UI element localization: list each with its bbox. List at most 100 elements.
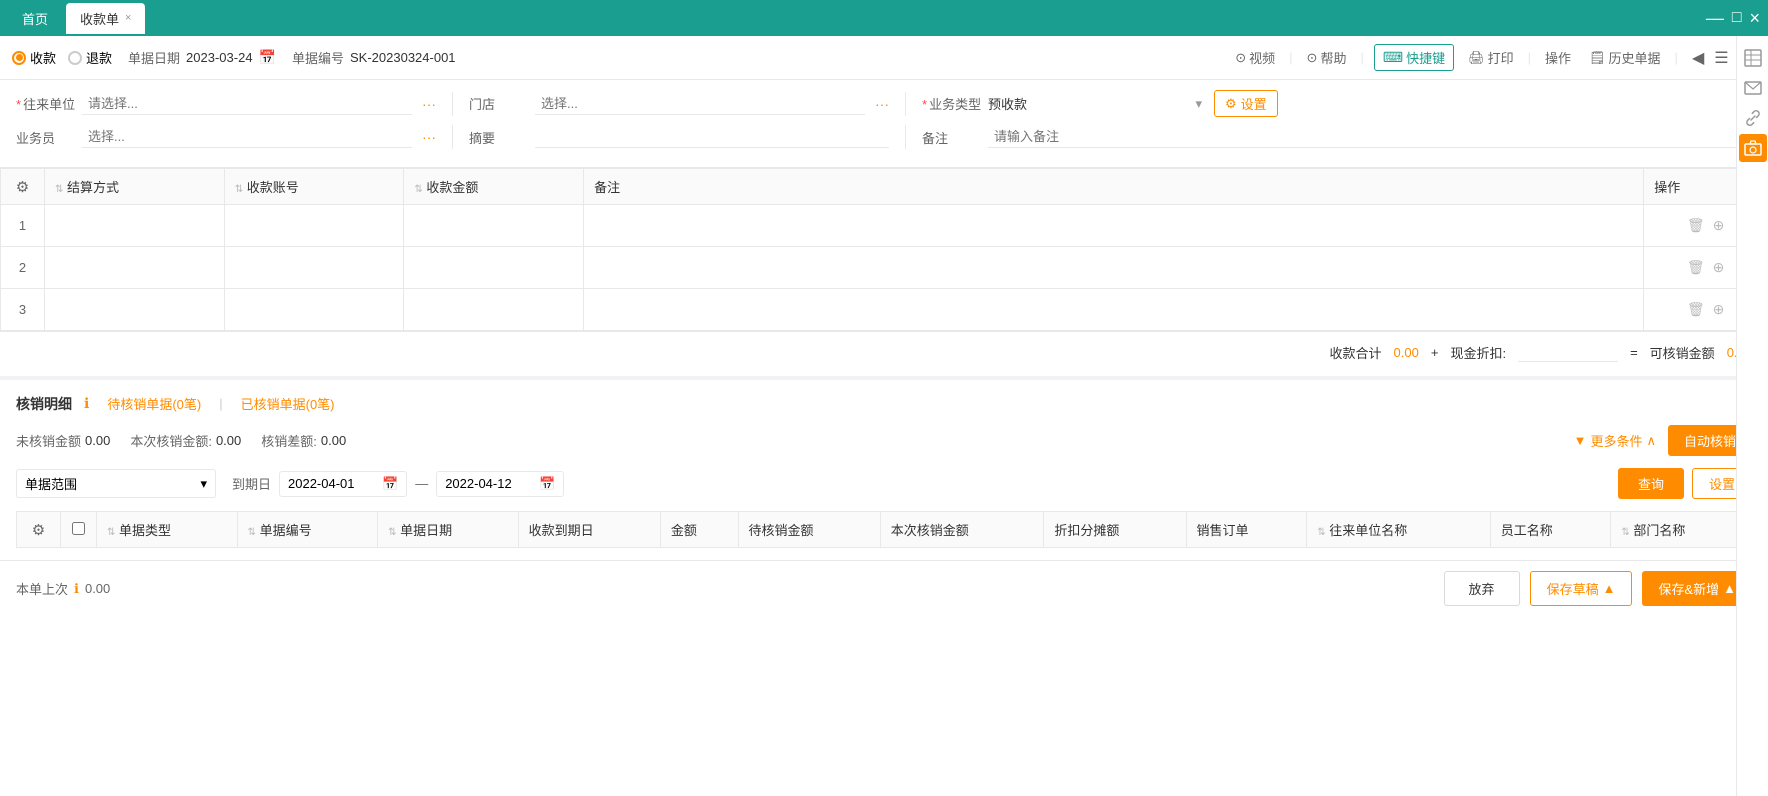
diff-value: 0.00 <box>321 433 346 448</box>
counterpart-more-icon[interactable]: ··· <box>422 96 436 112</box>
staff-label: 业务员 <box>16 128 76 147</box>
verify-filter-row: 单据范围 ▾ 到期日 📅 — 📅 <box>16 468 1752 499</box>
row-3-delete-icon[interactable]: 🗑 <box>1687 301 1705 318</box>
settings-button[interactable]: ⚙ 设置 <box>1214 90 1278 117</box>
select-all-checkbox[interactable] <box>72 522 85 535</box>
doc-date-value[interactable]: 2023-03-24 <box>186 50 253 65</box>
sort-doc-type[interactable]: ⇅ <box>107 527 115 538</box>
row-3-payment[interactable] <box>45 289 225 331</box>
video-btn[interactable]: ⊙ 视频 <box>1231 46 1279 69</box>
staff-input[interactable] <box>82 126 412 148</box>
tab-home[interactable]: 首页 <box>8 3 62 34</box>
save-draft-button[interactable]: 保存草稿 ▲ <box>1530 571 1633 606</box>
print-btn[interactable]: 🖨 打印 <box>1464 46 1518 69</box>
bottom-table-gear-icon[interactable]: ⚙ <box>27 521 50 539</box>
calendar-end-icon[interactable]: 📅 <box>539 476 555 492</box>
radio-refund[interactable]: 退款 <box>68 48 112 67</box>
radio-receive[interactable]: 收款 <box>12 48 56 67</box>
filter-left: 单据范围 ▾ 到期日 📅 — 📅 <box>16 469 564 498</box>
row-num-3: 3 <box>1 289 45 331</box>
diff-label: 核销差额: <box>261 431 317 450</box>
discount-input[interactable] <box>1518 342 1618 362</box>
query-button[interactable]: 查询 <box>1618 468 1684 499</box>
th-payment: ⇅ 结算方式 <box>45 169 225 205</box>
th-payment-label: 结算方式 <box>67 180 119 195</box>
tab-close-icon[interactable]: × <box>125 12 131 24</box>
history-icon: 🗒 <box>1589 50 1606 66</box>
doc-date-label: 单据日期 <box>128 48 180 67</box>
more-conditions-btn[interactable]: ▼ 更多条件 ∧ <box>1574 431 1656 450</box>
row-1-note[interactable] <box>584 205 1644 247</box>
plus-sign: + <box>1431 345 1439 360</box>
sidebar-table-icon[interactable] <box>1739 44 1767 72</box>
done-tab[interactable]: 已核销单据(0笔) <box>235 392 341 415</box>
sidebar-link-icon[interactable] <box>1739 104 1767 132</box>
dropdown-arrow-icon[interactable]: ▾ <box>1195 96 1202 112</box>
row-num-1: 1 <box>1 205 45 247</box>
counterpart-input[interactable] <box>82 93 412 115</box>
table-gear-icon[interactable]: ⚙ <box>11 178 34 196</box>
bth-checkbox[interactable] <box>61 512 97 548</box>
store-input[interactable] <box>535 93 865 115</box>
row-2-delete-icon[interactable]: 🗑 <box>1687 259 1705 276</box>
bth-counterpart: ⇅ 往来单位名称 <box>1307 512 1491 548</box>
shortcut-btn[interactable]: ⌨ 快捷键 <box>1374 44 1454 71</box>
sidebar-mail-icon[interactable] <box>1739 74 1767 102</box>
summary-input[interactable] <box>535 126 889 148</box>
window-close-icon[interactable]: × <box>1749 8 1760 29</box>
window-restore-icon[interactable]: □ <box>1732 9 1742 27</box>
row-3-account[interactable] <box>224 289 404 331</box>
row-2-copy-icon[interactable]: ⊕ <box>1713 259 1725 276</box>
row-3-note[interactable] <box>584 289 1644 331</box>
total-label: 收款合计 <box>1330 343 1382 362</box>
tab-bar-left: 首页 收款单 × <box>8 3 145 34</box>
calendar-icon[interactable]: 📅 <box>259 49 276 66</box>
row-3-copy-icon[interactable]: ⊕ <box>1713 301 1725 318</box>
row-1-delete-icon[interactable]: 🗑 <box>1687 217 1705 234</box>
row-2-note[interactable] <box>584 247 1644 289</box>
divider-3 <box>452 125 453 149</box>
bth-settings[interactable]: ⚙ <box>17 512 61 548</box>
calendar-start-icon[interactable]: 📅 <box>382 476 398 492</box>
sidebar-camera-icon[interactable] <box>1739 134 1767 162</box>
sort-counterpart[interactable]: ⇅ <box>1317 527 1325 538</box>
unchecked-label: 未核销金额 <box>16 431 81 450</box>
help-btn[interactable]: ⊙ 帮助 <box>1303 46 1351 69</box>
last-info-icon[interactable]: ℹ <box>74 581 79 597</box>
discard-button[interactable]: 放弃 <box>1444 571 1520 606</box>
doc-range-select[interactable]: 单据范围 ▾ <box>16 469 216 498</box>
sort-icon-amount[interactable]: ⇅ <box>414 184 422 195</box>
date-start-input[interactable] <box>288 476 378 491</box>
sort-icon-payment[interactable]: ⇅ <box>55 184 63 195</box>
sort-doc-date[interactable]: ⇅ <box>388 527 396 538</box>
verify-info-icon[interactable]: ℹ <box>84 395 89 412</box>
prev-page-icon[interactable]: ◀ <box>1688 46 1708 70</box>
row-3-amount[interactable] <box>404 289 584 331</box>
row-2-amount[interactable] <box>404 247 584 289</box>
store-more-icon[interactable]: ··· <box>875 96 889 112</box>
doc-num-value[interactable]: SK-20230324-001 <box>350 50 456 65</box>
row-1-amount[interactable] <box>404 205 584 247</box>
counterpart-field: 往来单位 ··· <box>16 93 436 115</box>
pending-tab[interactable]: 待核销单据(0笔) <box>101 392 207 415</box>
history-btn[interactable]: 🗒 历史单据 <box>1585 46 1665 69</box>
row-1-payment[interactable] <box>45 205 225 247</box>
note-input[interactable] <box>988 126 1752 148</box>
th-amount-label: 收款金额 <box>426 180 478 195</box>
date-end-input[interactable] <box>445 476 535 491</box>
window-minimize-icon[interactable]: — <box>1706 8 1724 29</box>
table-settings-th[interactable]: ⚙ <box>1 169 45 205</box>
sort-icon-account[interactable]: ⇅ <box>235 184 243 195</box>
row-1-account[interactable] <box>224 205 404 247</box>
doc-num-label: 单据编号 <box>292 48 344 67</box>
operation-btn[interactable]: 操作 <box>1541 46 1575 69</box>
tab-active[interactable]: 收款单 × <box>66 3 145 34</box>
row-2-payment[interactable] <box>45 247 225 289</box>
unchecked-stat: 未核销金额 0.00 <box>16 431 110 450</box>
row-2-account[interactable] <box>224 247 404 289</box>
row-1-copy-icon[interactable]: ⊕ <box>1713 217 1725 234</box>
list-view-icon[interactable]: ☰ <box>1710 46 1732 70</box>
sort-doc-num[interactable]: ⇅ <box>248 527 256 538</box>
sort-dept[interactable]: ⇅ <box>1621 527 1629 538</box>
staff-more-icon[interactable]: ··· <box>422 129 436 145</box>
